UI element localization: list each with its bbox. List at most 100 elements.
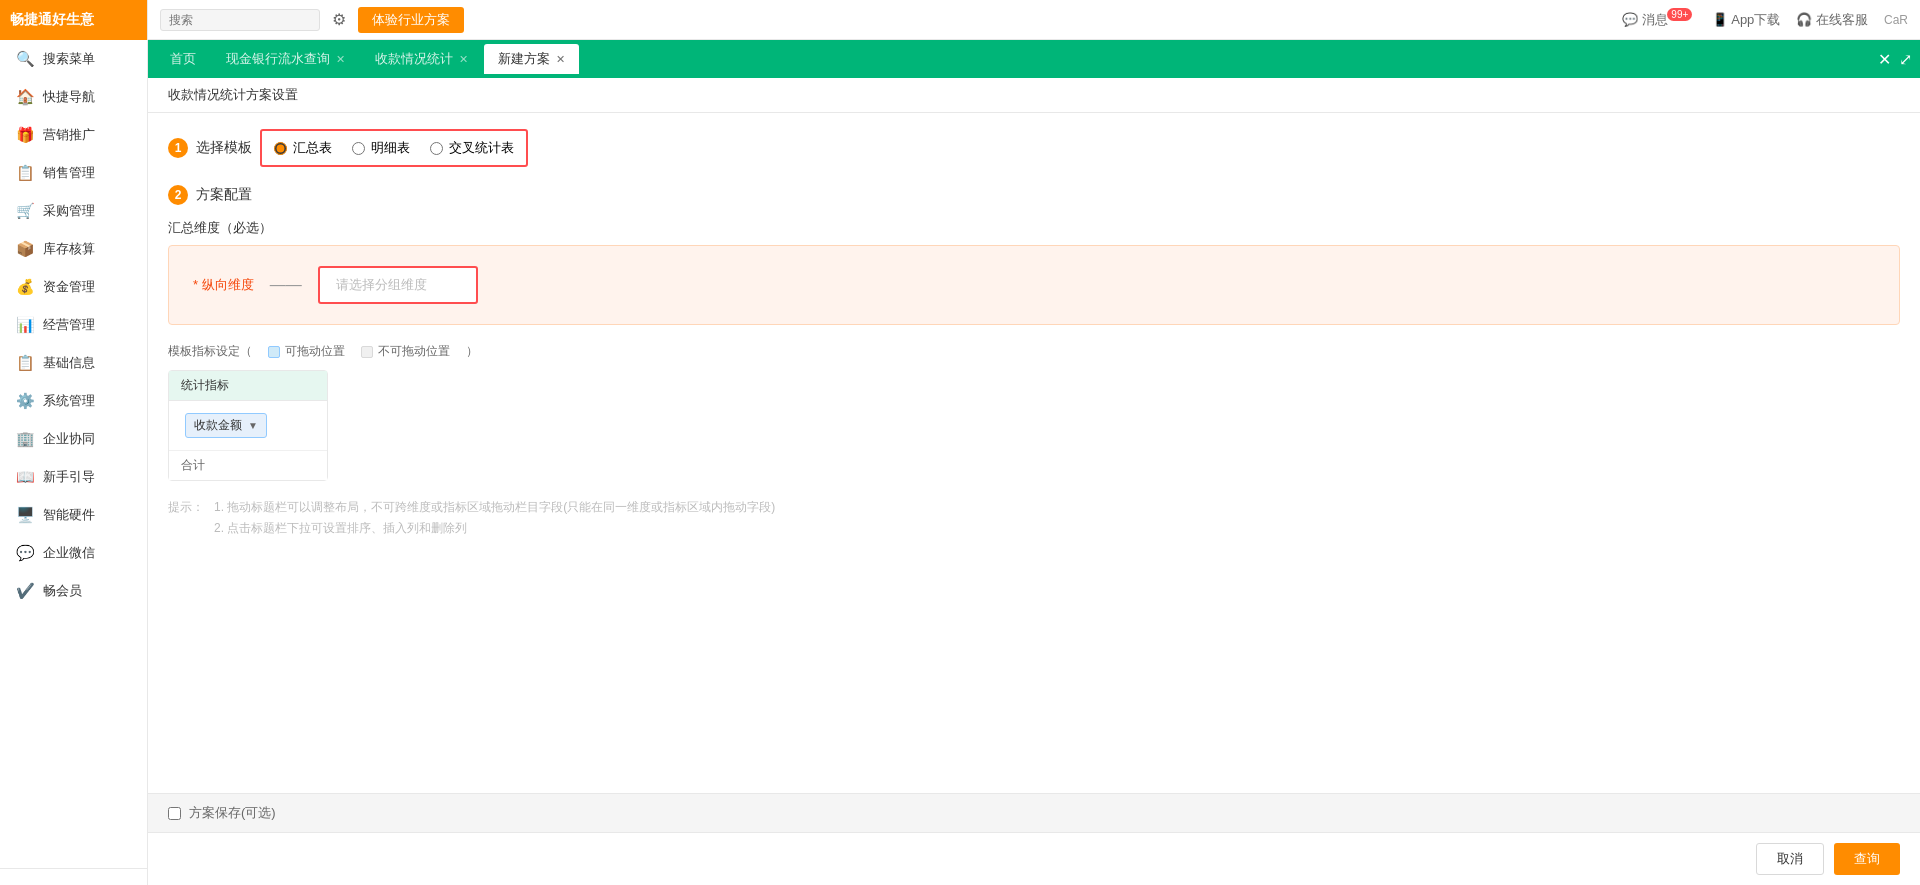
service-icon: 🎧 bbox=[1796, 12, 1812, 27]
enterprise-icon: 🏢 bbox=[16, 430, 35, 448]
sidebar-item-label: 基础信息 bbox=[43, 354, 95, 372]
indicator-table: 统计指标 收款金额 ▼ 合计 bbox=[168, 370, 328, 481]
tip-1: 提示： 1. 拖动标题栏可以调整布局，不可跨维度或指标区域拖动栏目字段(只能在同… bbox=[168, 499, 1900, 516]
app-download[interactable]: 📱 App下载 bbox=[1712, 11, 1780, 29]
marketing-icon: 🎁 bbox=[16, 126, 35, 144]
legend-drag: 可拖动位置 bbox=[268, 343, 345, 360]
sidebar-item-label: 资金管理 bbox=[43, 278, 95, 296]
sidebar-item-label: 采购管理 bbox=[43, 202, 95, 220]
sidebar-item-enterprise[interactable]: 🏢企业协同 bbox=[0, 420, 147, 458]
online-service[interactable]: 🎧 在线客服 bbox=[1796, 11, 1868, 29]
dimension-title: 汇总维度（必选） bbox=[168, 219, 1900, 237]
tab-receipt-stats[interactable]: 收款情况统计 ✕ bbox=[361, 44, 482, 74]
sidebar-item-label: 搜索菜单 bbox=[43, 50, 95, 68]
sidebar-item-guide[interactable]: 📖 新手引导 bbox=[0, 458, 147, 496]
indicators-section: 模板指标设定（ 可拖动位置 不可拖动位置 ） 统计指标 bbox=[168, 343, 1900, 481]
dimension-subsection: 汇总维度（必选） * 纵向维度 —— 请选择分组维度 bbox=[168, 219, 1900, 325]
message-icon: 💬 bbox=[1622, 12, 1638, 27]
tab-label-home: 首页 bbox=[170, 50, 196, 68]
legend-nodrag: 不可拖动位置 bbox=[361, 343, 450, 360]
indicator-legend: 模板指标设定（ 可拖动位置 不可拖动位置 ） bbox=[168, 343, 1900, 360]
tab-close-receipt-stats[interactable]: ✕ bbox=[459, 53, 468, 66]
tip-prefix: 提示： bbox=[168, 500, 211, 514]
sidebar-item-label: 企业微信 bbox=[43, 544, 95, 562]
radio-detail[interactable]: 明细表 bbox=[352, 139, 410, 157]
indicator-sum: 合计 bbox=[169, 450, 327, 480]
tab-close-new-plan[interactable]: ✕ bbox=[556, 53, 565, 66]
tab-label-receipt-stats: 收款情况统计 bbox=[375, 50, 453, 68]
sidebar-item-label: 新手引导 bbox=[43, 468, 95, 486]
step1-badge: 1 bbox=[168, 138, 188, 158]
sidebar-item-purchase[interactable]: 🛒 采购管理 bbox=[0, 192, 147, 230]
tab-label-new-plan: 新建方案 bbox=[498, 50, 550, 68]
close-window-icon[interactable]: ✕ bbox=[1878, 50, 1891, 69]
tab-bank-flow[interactable]: 现金银行流水查询 ✕ bbox=[212, 44, 359, 74]
user-display[interactable]: CaR bbox=[1884, 13, 1908, 27]
footer-save-section: 方案保存(可选) bbox=[148, 793, 1920, 832]
vertical-dimension-label: * 纵向维度 bbox=[193, 276, 254, 294]
member-icon: ✔️ bbox=[16, 582, 35, 600]
sidebar-item-wechat[interactable]: 💬企业微信 bbox=[0, 534, 147, 572]
inventory-icon: 📦 bbox=[16, 240, 35, 258]
purchase-icon: 🛒 bbox=[16, 202, 35, 220]
tab-new-plan[interactable]: 新建方案 ✕ bbox=[484, 44, 579, 74]
finance-icon: 💰 bbox=[16, 278, 35, 296]
template-selection: 汇总表 明细表 交叉统计表 bbox=[260, 129, 528, 167]
gear-icon[interactable]: ⚙ bbox=[332, 10, 346, 29]
tab-home[interactable]: 首页 bbox=[156, 44, 210, 74]
system-icon: ⚙️ bbox=[16, 392, 35, 410]
arrow-icon: —— bbox=[270, 276, 302, 294]
radio-summary[interactable]: 汇总表 bbox=[274, 139, 332, 157]
step2-badge: 2 bbox=[168, 185, 188, 205]
sidebar-item-label: 快捷导航 bbox=[43, 88, 95, 106]
sidebar-item-operations[interactable]: 📊经营管理 bbox=[0, 306, 147, 344]
notification-badge: 99+ bbox=[1667, 8, 1692, 21]
summary-label: 汇总表 bbox=[293, 139, 332, 157]
maximize-icon[interactable]: ⤢ bbox=[1899, 50, 1912, 69]
step2-title: 2 方案配置 bbox=[168, 185, 1900, 205]
query-button[interactable]: 查询 bbox=[1834, 843, 1900, 875]
tab-label-bank-flow: 现金银行流水查询 bbox=[226, 50, 330, 68]
app-icon: 📱 bbox=[1712, 12, 1728, 27]
sidebar-item-sales[interactable]: 📋销售管理 bbox=[0, 154, 147, 192]
cancel-button[interactable]: 取消 bbox=[1756, 843, 1824, 875]
topbar-right: 💬 消息 99+ 📱 App下载 🎧 在线客服 CaR bbox=[1622, 11, 1908, 29]
sidebar-item-basic-info[interactable]: 📋基础信息 bbox=[0, 344, 147, 382]
group-dimension-select[interactable]: 请选择分组维度 bbox=[318, 266, 478, 304]
tab-close-bank-flow[interactable]: ✕ bbox=[336, 53, 345, 66]
sidebar-item-finance[interactable]: 💰 资金管理 bbox=[0, 268, 147, 306]
save-plan-label: 方案保存(可选) bbox=[189, 804, 276, 822]
sidebar-item-inventory[interactable]: 📦库存核算 bbox=[0, 230, 147, 268]
sidebar-item-system[interactable]: ⚙️ 系统管理 bbox=[0, 382, 147, 420]
indicator-group-header: 统计指标 bbox=[169, 371, 327, 401]
sidebar-item-hardware[interactable]: 🖥️智能硬件 bbox=[0, 496, 147, 534]
step1-label: 选择模板 bbox=[196, 139, 252, 157]
sidebar-item-label: 销售管理 bbox=[43, 164, 95, 182]
sidebar-item-label: 系统管理 bbox=[43, 392, 95, 410]
indicators-title: 模板指标设定（ bbox=[168, 343, 252, 360]
page-body: 1 选择模板 汇总表 明细表 交叉统计表 bbox=[148, 113, 1920, 793]
detail-label: 明细表 bbox=[371, 139, 410, 157]
quick-nav-icon: 🏠 bbox=[16, 88, 35, 106]
indicator-tag-receipt[interactable]: 收款金额 ▼ bbox=[185, 413, 267, 438]
industry-plan-button[interactable]: 体验行业方案 bbox=[358, 7, 464, 33]
save-plan-checkbox[interactable] bbox=[168, 807, 181, 820]
sidebar-item-label: 营销推广 bbox=[43, 126, 95, 144]
search-menu-icon: 🔍 bbox=[16, 50, 35, 68]
search-input[interactable] bbox=[160, 9, 320, 31]
tip-2: 提示： 2. 点击标题栏下拉可设置排序、插入列和删除列 bbox=[168, 520, 1900, 537]
step2-label: 方案配置 bbox=[196, 186, 252, 204]
sidebar-item-search-menu[interactable]: 🔍 搜索菜单 bbox=[0, 40, 147, 78]
notification-area[interactable]: 💬 消息 99+ bbox=[1622, 11, 1696, 29]
tabs-right-controls: ✕ ⤢ bbox=[1878, 50, 1912, 69]
sidebar: 畅捷通好生意 🔍搜索菜单🏠快捷导航🎁营销推广📋销售管理🛒采购管理📦库存核算💰资金… bbox=[0, 0, 148, 885]
guide-icon: 📖 bbox=[16, 468, 35, 486]
page-content: 收款情况统计方案设置 1 选择模板 汇总表 明细表 bbox=[148, 78, 1920, 832]
radio-cross[interactable]: 交叉统计表 bbox=[430, 139, 514, 157]
tag-dropdown-icon: ▼ bbox=[248, 420, 258, 431]
sidebar-item-member[interactable]: ✔️畅会员 bbox=[0, 572, 147, 610]
topbar: ⚙ 体验行业方案 💬 消息 99+ 📱 App下载 🎧 在线客服 CaR bbox=[148, 0, 1920, 40]
sidebar-item-marketing[interactable]: 🎁 营销推广 bbox=[0, 116, 147, 154]
sidebar-item-quick-nav[interactable]: 🏠 快捷导航 bbox=[0, 78, 147, 116]
drag-icon bbox=[268, 346, 280, 358]
